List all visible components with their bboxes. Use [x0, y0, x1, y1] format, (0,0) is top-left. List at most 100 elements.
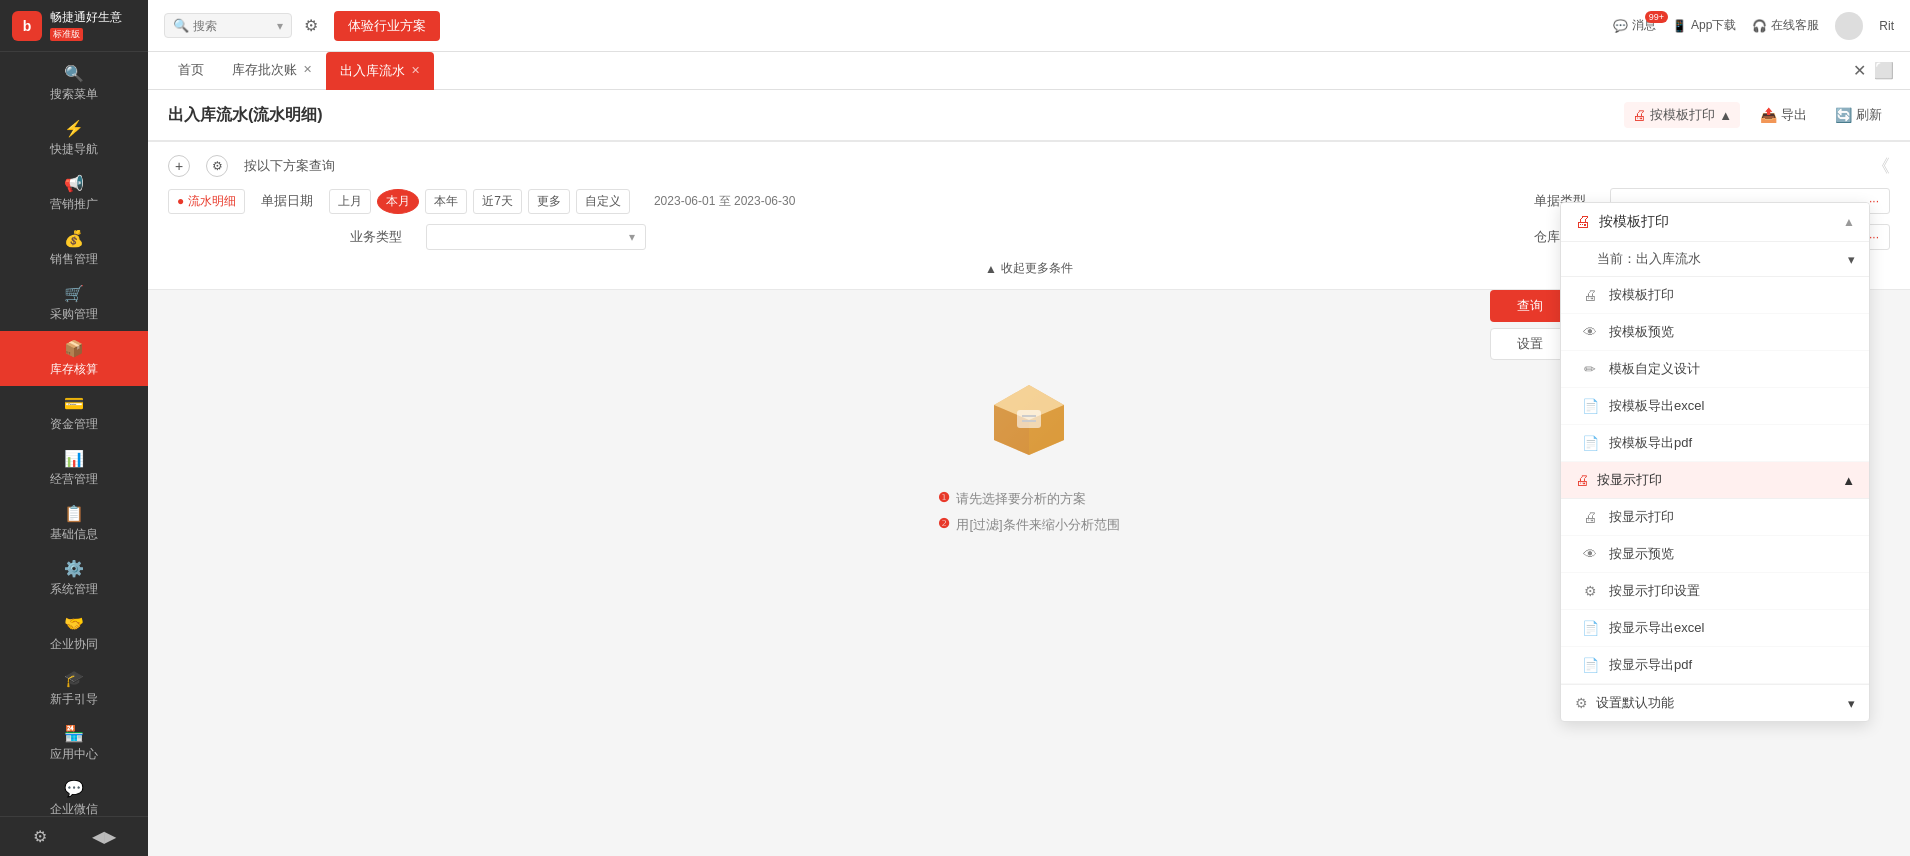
- sidebar-item-operations[interactable]: 📊 经营管理: [0, 441, 148, 496]
- dp-section-label: 按显示打印: [1597, 471, 1662, 489]
- filter-settings-btn[interactable]: ⚙: [206, 155, 228, 177]
- dp-header[interactable]: 🖨 按模板打印 ▲: [1561, 203, 1869, 242]
- headset-icon: 🎧: [1752, 19, 1767, 33]
- sidebar-item-newbie[interactable]: 🎓 新手引导: [0, 661, 148, 716]
- service-label: 在线客服: [1771, 17, 1819, 34]
- window-close-icon[interactable]: ✕: [1853, 61, 1866, 80]
- system-icon: ⚙️: [64, 559, 84, 578]
- topbar-username[interactable]: Rit: [1879, 19, 1894, 33]
- print-template-label: 按模板打印: [1650, 106, 1715, 124]
- sidebar-label-newbie: 新手引导: [50, 691, 98, 708]
- dp-item-display-settings[interactable]: ⚙ 按显示打印设置: [1561, 573, 1869, 610]
- dp-item-display-pdf[interactable]: 📄 按显示导出pdf: [1561, 647, 1869, 684]
- sidebar-item-cooperation[interactable]: 🤝 企业协同: [0, 606, 148, 661]
- empty-tip-2: ❷ 用[过滤]条件来缩小分析范围: [938, 516, 1119, 534]
- business-type-label: 业务类型: [350, 228, 410, 246]
- sidebar-item-inventory[interactable]: 📦 库存核算: [0, 331, 148, 386]
- sidebar-item-purchase[interactable]: 🛒 采购管理: [0, 276, 148, 331]
- window-expand-icon[interactable]: ⬜: [1874, 61, 1894, 80]
- sidebar-label-operations: 经营管理: [50, 471, 98, 488]
- dp-item-display-excel[interactable]: 📄 按显示导出excel: [1561, 610, 1869, 647]
- finance-icon: 💳: [64, 394, 84, 413]
- appstore-icon: 🏪: [64, 724, 84, 743]
- sidebar-item-system[interactable]: ⚙️ 系统管理: [0, 551, 148, 606]
- sidebar-item-quick-nav[interactable]: ⚡ 快捷导航: [0, 111, 148, 166]
- date-btn-last-month[interactable]: 上月: [329, 189, 371, 214]
- sidebar-label-appstore: 应用中心: [50, 746, 98, 763]
- settings-footer-btn[interactable]: ⚙: [33, 827, 47, 846]
- topbar-app-download-btn[interactable]: 📱 App下载: [1672, 17, 1736, 34]
- filter-row-1: + ⚙ 按以下方案查询 《: [168, 154, 1890, 178]
- sidebar-item-search[interactable]: 🔍 搜索菜单: [0, 56, 148, 111]
- business-type-select[interactable]: ▾: [426, 224, 646, 250]
- print-icon: 🖨: [1632, 107, 1646, 123]
- dp-display-preview-icon: 👁: [1581, 546, 1599, 562]
- dp-item-display-preview[interactable]: 👁 按显示预览: [1561, 536, 1869, 573]
- dp-item-template-preview[interactable]: 👁 按模板预览: [1561, 314, 1869, 351]
- date-btn-custom[interactable]: 自定义: [576, 189, 630, 214]
- topbar-search-box[interactable]: 🔍 ▾: [164, 13, 292, 38]
- page-header: 出入库流水(流水明细) 🖨 按模板打印 ▲ 📤 导出 🔄 刷新: [148, 90, 1910, 141]
- dp-item-template-print[interactable]: 🖨 按模板打印: [1561, 277, 1869, 314]
- sidebar-item-sales[interactable]: 💰 销售管理: [0, 221, 148, 276]
- app-download-label: App下载: [1691, 17, 1736, 34]
- dp-header-arrow-icon[interactable]: ▲: [1843, 215, 1855, 229]
- topbar-gear-icon[interactable]: ⚙: [304, 16, 318, 35]
- tab-inventory-batch-close[interactable]: ✕: [303, 63, 312, 76]
- collapse-sidebar-btn[interactable]: ◀▶: [92, 827, 116, 846]
- dp-current[interactable]: 当前：出入库流水 ▾: [1561, 242, 1869, 277]
- date-btn-current-year[interactable]: 本年: [425, 189, 467, 214]
- page-actions: 🖨 按模板打印 ▲ 📤 导出 🔄 刷新: [1624, 102, 1890, 140]
- sidebar-item-basics[interactable]: 📋 基础信息: [0, 496, 148, 551]
- sidebar-label-purchase: 采购管理: [50, 306, 98, 323]
- query-button[interactable]: 查询: [1490, 290, 1570, 322]
- collapse-filter-btn[interactable]: ▲ 收起更多条件: [985, 260, 1073, 277]
- empty-tip-2-label: 用[过滤]条件来缩小分析范围: [956, 516, 1119, 534]
- dp-item-template-pdf-label: 按模板导出pdf: [1609, 434, 1692, 452]
- logo-icon: b: [12, 11, 42, 41]
- print-template-btn[interactable]: 🖨 按模板打印 ▲: [1624, 102, 1740, 128]
- topbar-search-dropdown-icon[interactable]: ▾: [277, 19, 283, 33]
- cooperation-icon: 🤝: [64, 614, 84, 633]
- sidebar-label-wechat: 企业微信: [50, 801, 98, 816]
- topbar-trial-button[interactable]: 体验行业方案: [334, 11, 440, 41]
- topbar-avatar[interactable]: [1835, 12, 1863, 40]
- dp-item-template-excel[interactable]: 📄 按模板导出excel: [1561, 388, 1869, 425]
- dp-footer-btn[interactable]: ⚙ 设置默认功能 ▾: [1561, 684, 1869, 721]
- topbar-search-icon: 🔍: [173, 18, 189, 33]
- dp-item-template-preview-label: 按模板预览: [1609, 323, 1674, 341]
- empty-tip-1: ❶ 请先选择要分析的方案: [938, 490, 1119, 508]
- sidebar-item-finance[interactable]: 💳 资金管理: [0, 386, 148, 441]
- dp-section-display-print[interactable]: 🖨 按显示打印 ▲: [1561, 462, 1869, 499]
- sidebar-nav: 🔍 搜索菜单 ⚡ 快捷导航 📢 营销推广 💰 销售管理 🛒 采购管理 📦 库存核…: [0, 52, 148, 816]
- tab-inventory-batch[interactable]: 库存批次账 ✕: [218, 52, 326, 90]
- page-content: 出入库流水(流水明细) 🖨 按模板打印 ▲ 📤 导出 🔄 刷新: [148, 90, 1910, 856]
- dp-item-template-custom-label: 模板自定义设计: [1609, 360, 1700, 378]
- tab-stock-flow-close[interactable]: ✕: [411, 64, 420, 77]
- refresh-btn[interactable]: 🔄 刷新: [1827, 102, 1890, 128]
- export-label: 导出: [1781, 106, 1807, 124]
- filter-collapse-arrow-icon[interactable]: 《: [1872, 154, 1890, 178]
- svg-rect-4: [1017, 410, 1041, 428]
- date-btn-more[interactable]: 更多: [528, 189, 570, 214]
- topbar-service-btn[interactable]: 🎧 在线客服: [1752, 17, 1819, 34]
- dp-item-display-print[interactable]: 🖨 按显示打印: [1561, 499, 1869, 536]
- tab-home[interactable]: 首页: [164, 52, 218, 90]
- filter-settings-action-btn[interactable]: 设置: [1490, 328, 1570, 360]
- tab-stock-flow[interactable]: 出入库流水 ✕: [326, 52, 434, 90]
- sidebar-item-marketing[interactable]: 📢 营销推广: [0, 166, 148, 221]
- topbar-message-btn[interactable]: 💬 消息 99+: [1613, 17, 1656, 34]
- sidebar-item-wechat[interactable]: 💬 企业微信: [0, 771, 148, 816]
- filter-add-btn[interactable]: +: [168, 155, 190, 177]
- dp-display-excel-icon: 📄: [1581, 620, 1599, 636]
- topbar-search-input[interactable]: [193, 19, 273, 33]
- export-icon: 📤: [1760, 107, 1777, 123]
- sidebar-item-appstore[interactable]: 🏪 应用中心: [0, 716, 148, 771]
- date-btn-7days[interactable]: 近7天: [473, 189, 522, 214]
- dp-item-template-pdf[interactable]: 📄 按模板导出pdf: [1561, 425, 1869, 462]
- filter-tag-dot-icon: ●: [177, 194, 184, 208]
- dp-item-template-custom[interactable]: ✏ 模板自定义设计: [1561, 351, 1869, 388]
- filter-date-label: 单据日期: [261, 192, 313, 210]
- date-btn-current-month[interactable]: 本月: [377, 189, 419, 214]
- export-btn[interactable]: 📤 导出: [1752, 102, 1815, 128]
